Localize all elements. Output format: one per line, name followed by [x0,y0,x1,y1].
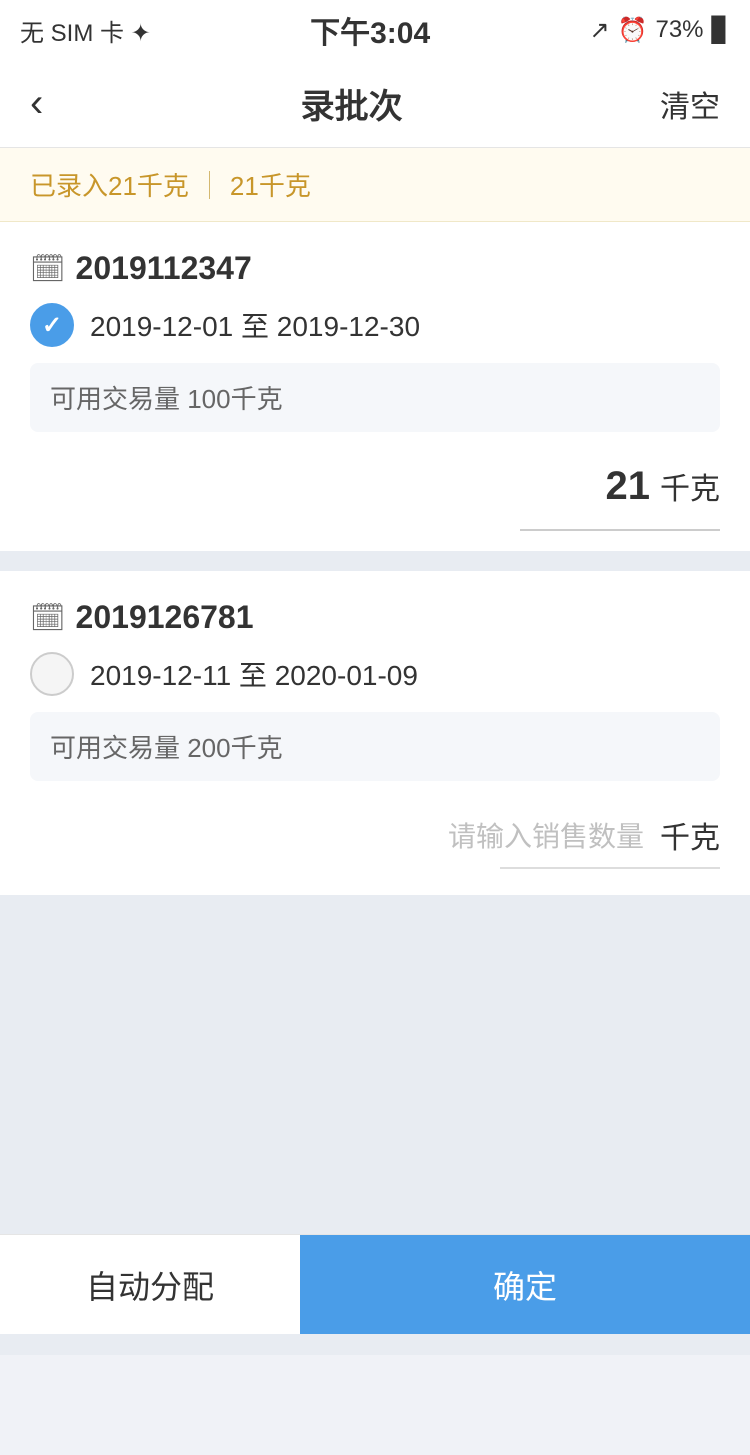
auto-distribute-button[interactable]: 自动分配 [0,1235,300,1334]
battery-icon: ▊ [712,16,730,45]
back-button[interactable]: ‹ [30,81,43,126]
signal-icon: ↗ [589,16,609,45]
sim-label: 无 SIM 卡 ✦ [20,13,151,48]
status-time: 下午3:04 [310,8,430,52]
batch-id-icon-2: 🗓 [30,601,66,634]
batch-2-input-placeholder: 请输入销售数量 [448,815,644,855]
batch-card-1: 🗓 2019112347 2019-12-01 至 2019-12-30 可用交… [0,222,750,551]
confirm-button[interactable]: 确定 [300,1235,750,1334]
batch-2-input-row[interactable]: 请输入销售数量 千克 [0,797,750,867]
batch-2-input-unit: 千克 [660,813,720,857]
alarm-icon: ⏰ [618,16,648,45]
batch-1-date: 2019-12-01 至 2019-12-30 [90,305,420,345]
batch-1-radio[interactable] [30,303,74,347]
batch-1-header: 🗓 2019112347 [0,222,750,287]
batch-2-available: 可用交易量 200千克 [30,712,720,781]
section-separator-1 [0,551,750,571]
batch-1-date-row: 2019-12-01 至 2019-12-30 [0,287,750,347]
status-right: ↗ ⏰ 73% ▊ [589,16,730,45]
summary-value: 21千克 [230,166,311,203]
section-separator-2 [0,895,750,915]
page-title: 录批次 [301,79,403,128]
nav-bar: ‹ 录批次 清空 [0,60,750,148]
batch-1-id: 2019112347 [76,250,252,287]
batch-2-id: 2019126781 [76,599,254,636]
status-bar: 无 SIM 卡 ✦ 下午3:04 ↗ ⏰ 73% ▊ [0,0,750,60]
batch-2-date: 2019-12-11 至 2020-01-09 [90,654,418,694]
summary-bar: 已录入21千克 21千克 [0,148,750,222]
summary-divider [209,171,210,199]
summary-recorded: 已录入21千克 [30,166,189,203]
status-left: 无 SIM 卡 ✦ [20,13,151,48]
batch-1-available: 可用交易量 100千克 [30,363,720,432]
batch-id-icon-1: 🗓 [30,252,66,285]
batch-2-header: 🗓 2019126781 [0,571,750,636]
batch-1-amount-unit: 千克 [660,464,720,508]
batch-1-amount-value: 21 [606,464,651,509]
batch-2-radio[interactable] [30,652,74,696]
batch-2-input-underline [500,867,720,869]
clear-button[interactable]: 清空 [660,82,720,126]
batch-2-date-row: 2019-12-11 至 2020-01-09 [0,636,750,696]
batch-1-amount-row: 21 千克 [0,448,750,529]
battery-label: 73% [655,16,703,44]
batch-card-2: 🗓 2019126781 2019-12-11 至 2020-01-09 可用交… [0,571,750,895]
bottom-bar: 自动分配 确定 [0,1234,750,1334]
